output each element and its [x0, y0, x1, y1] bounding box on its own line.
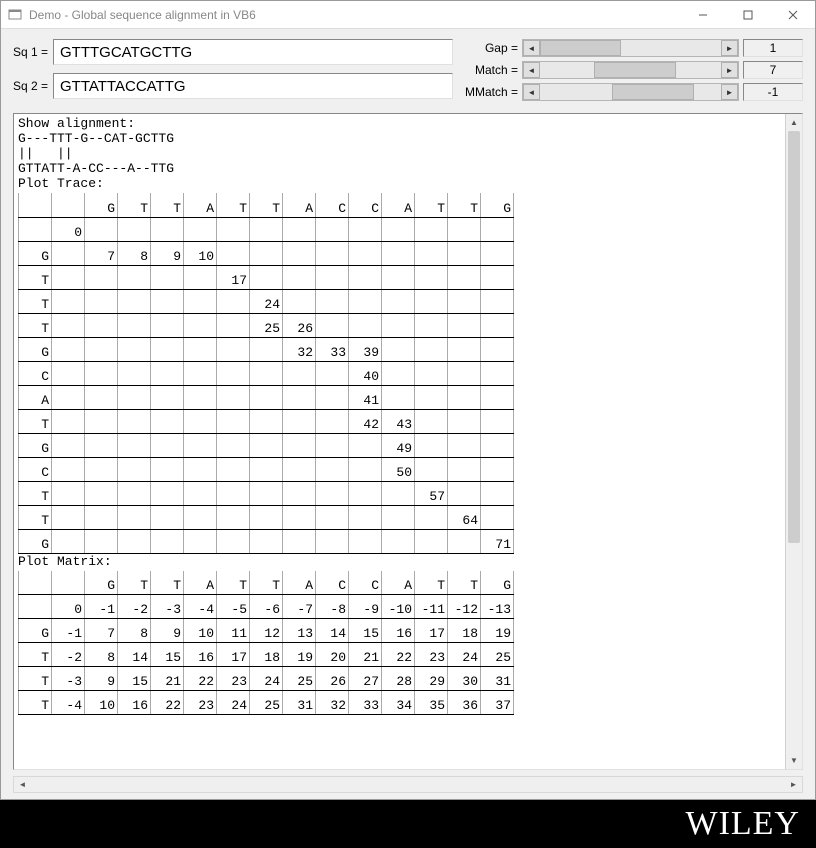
sq2-label: Sq 2 = [13, 79, 53, 93]
mmatch-slider[interactable]: ◄ ► [522, 83, 739, 101]
down-arrow-icon[interactable]: ▼ [786, 752, 802, 769]
right-arrow-icon[interactable]: ► [721, 84, 738, 100]
mmatch-value: -1 [743, 83, 803, 101]
left-arrow-icon[interactable]: ◄ [14, 777, 31, 792]
vertical-scrollbar[interactable]: ▲ ▼ [785, 114, 802, 769]
match-label: Match = [463, 63, 518, 77]
right-arrow-icon[interactable]: ► [721, 40, 738, 56]
right-arrow-icon[interactable]: ► [785, 777, 802, 792]
horizontal-scrollbar[interactable]: ◄ ► [13, 776, 803, 793]
window-title: Demo - Global sequence alignment in VB6 [29, 8, 256, 22]
output-area: Show alignment:G---TTT-G--CAT-GCTTG|| ||… [13, 113, 803, 770]
sq1-label: Sq 1 = [13, 45, 53, 59]
sq2-input[interactable] [53, 73, 453, 99]
brand-text: WILEY [685, 805, 800, 843]
scrollbar-thumb[interactable] [788, 131, 800, 543]
left-arrow-icon[interactable]: ◄ [523, 62, 540, 78]
input-panel: Sq 1 = Sq 2 = Gap = ◄ ► 1 Match = [1, 29, 815, 113]
match-slider[interactable]: ◄ ► [522, 61, 739, 79]
maximize-button[interactable] [725, 1, 770, 29]
mmatch-label: MMatch = [463, 85, 518, 99]
app-window: Demo - Global sequence alignment in VB6 … [0, 0, 816, 800]
gap-value: 1 [743, 39, 803, 57]
match-value: 7 [743, 61, 803, 79]
output-text[interactable]: Show alignment:G---TTT-G--CAT-GCTTG|| ||… [14, 114, 785, 769]
app-icon [7, 7, 23, 23]
close-button[interactable] [770, 1, 815, 29]
gap-label: Gap = [463, 41, 518, 55]
minimize-button[interactable] [680, 1, 725, 29]
left-arrow-icon[interactable]: ◄ [523, 40, 540, 56]
gap-slider[interactable]: ◄ ► [522, 39, 739, 57]
titlebar[interactable]: Demo - Global sequence alignment in VB6 [1, 1, 815, 29]
up-arrow-icon[interactable]: ▲ [786, 114, 802, 131]
branding-footer: WILEY [0, 800, 816, 848]
sq1-input[interactable] [53, 39, 453, 65]
right-arrow-icon[interactable]: ► [721, 62, 738, 78]
left-arrow-icon[interactable]: ◄ [523, 84, 540, 100]
